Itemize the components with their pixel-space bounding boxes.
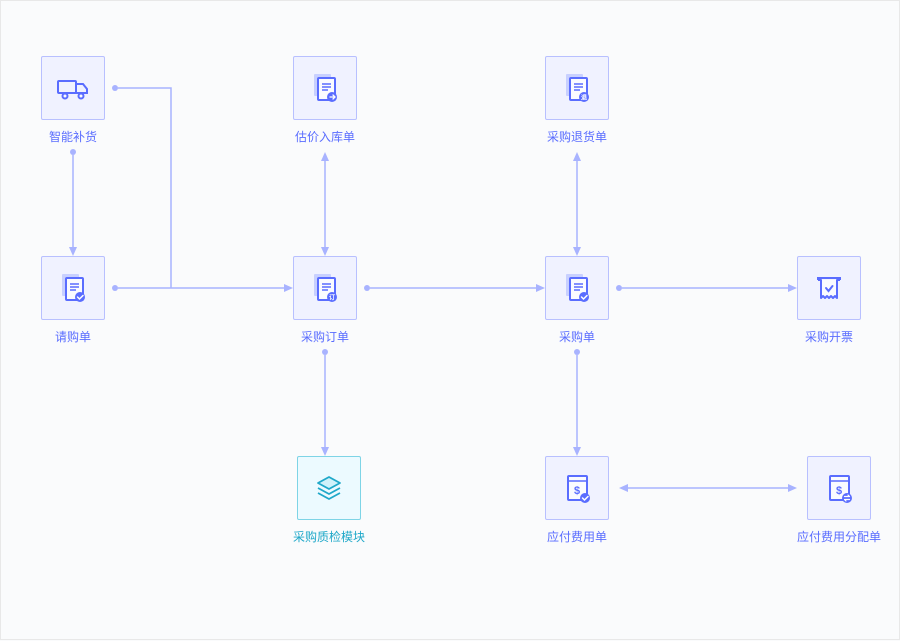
svg-text:$: $ xyxy=(574,485,580,497)
node-box xyxy=(797,256,861,320)
node-box: $ xyxy=(807,456,871,520)
node-label: 采购单 xyxy=(559,328,595,345)
node-box xyxy=(293,56,357,120)
node-label: 请购单 xyxy=(55,328,91,345)
node-payable-expense[interactable]: $ 应付费用单 xyxy=(545,456,609,545)
flow-diagram: 智能补货 估价入库单 退 xyxy=(0,0,900,640)
svg-text:退: 退 xyxy=(581,94,587,102)
document-order-icon: 订 xyxy=(308,271,342,305)
node-box xyxy=(297,456,361,520)
node-purchase-order[interactable]: 订 采购订单 xyxy=(293,256,357,345)
node-purchase-invoice[interactable]: 采购开票 xyxy=(797,256,861,345)
node-label: 应付费用单 xyxy=(547,528,607,545)
node-purchase-slip[interactable]: 采购单 xyxy=(545,256,609,345)
node-label: 采购订单 xyxy=(301,328,349,345)
node-label: 应付费用分配单 xyxy=(797,528,881,545)
truck-icon xyxy=(56,71,90,105)
node-box xyxy=(545,256,609,320)
node-label: 采购退货单 xyxy=(547,128,607,145)
node-expense-allocation[interactable]: $ 应付费用分配单 xyxy=(797,456,881,545)
node-smart-restock[interactable]: 智能补货 xyxy=(41,56,105,145)
document-dollar-swap-icon: $ xyxy=(822,471,856,505)
node-estimate-receipt[interactable]: 估价入库单 xyxy=(293,56,357,145)
receipt-icon xyxy=(812,271,846,305)
node-box: 订 xyxy=(293,256,357,320)
document-dollar-check-icon: $ xyxy=(560,471,594,505)
node-requisition[interactable]: 请购单 xyxy=(41,256,105,345)
node-label: 采购质检模块 xyxy=(293,528,365,545)
node-label: 采购开票 xyxy=(805,328,853,345)
document-return-icon: 退 xyxy=(560,71,594,105)
svg-text:$: $ xyxy=(836,485,842,497)
svg-text:订: 订 xyxy=(329,294,335,302)
document-check-icon xyxy=(56,271,90,305)
node-box: 退 xyxy=(545,56,609,120)
layers-icon xyxy=(312,471,346,505)
node-label: 智能补货 xyxy=(49,128,97,145)
node-box: $ xyxy=(545,456,609,520)
document-arrow-icon xyxy=(308,71,342,105)
node-purchase-return[interactable]: 退 采购退货单 xyxy=(545,56,609,145)
node-box xyxy=(41,56,105,120)
node-label: 估价入库单 xyxy=(295,128,355,145)
node-quality-module[interactable]: 采购质检模块 xyxy=(293,456,365,545)
node-box xyxy=(41,256,105,320)
connectors-layer xyxy=(1,1,900,641)
document-check-icon xyxy=(560,271,594,305)
